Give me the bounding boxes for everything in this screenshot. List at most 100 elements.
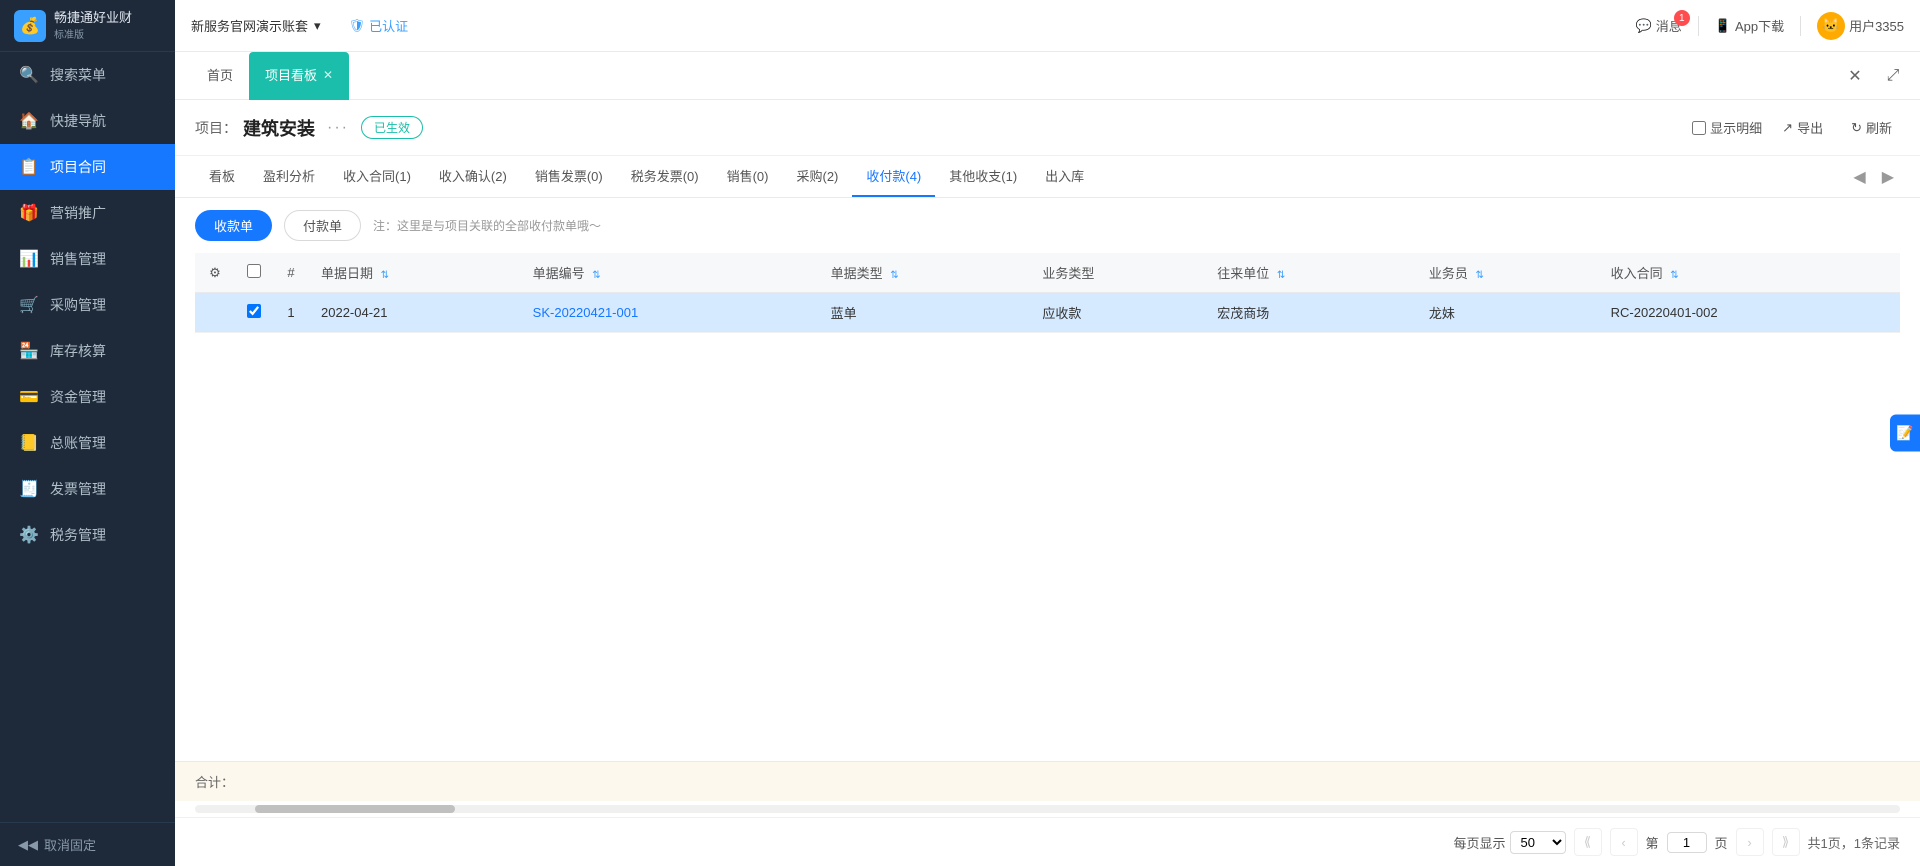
td-partner-0: 宏茂商场 — [1205, 293, 1417, 333]
td-checkbox-0[interactable] — [235, 293, 273, 333]
tab-project-board[interactable]: 项目看板 ✕ — [249, 52, 349, 100]
project-header: 项目： 建筑安装 ··· 已生效 显示明细 ↗ 导出 ↻ 刷新 — [175, 100, 1920, 156]
phone-icon: 📱 — [1715, 18, 1731, 34]
next-page-button[interactable]: › — [1736, 828, 1764, 856]
subtab-profit[interactable]: 盈利分析 — [249, 156, 329, 197]
subtab-income-confirm[interactable]: 收入确认(2) — [425, 156, 521, 197]
sidebar-item-quick-nav[interactable]: 🏠 快捷导航 — [0, 98, 175, 144]
sidebar-item-ledger[interactable]: 📒 总账管理 — [0, 420, 175, 466]
page-number-input[interactable] — [1667, 832, 1707, 853]
sidebar-item-label-inventory: 库存核算 — [50, 341, 106, 361]
subtab-payment[interactable]: 收付款(4) — [852, 156, 935, 197]
close-window-button[interactable]: ✕ — [1840, 61, 1870, 91]
refresh-icon: ↻ — [1851, 120, 1862, 136]
subtab-kanban[interactable]: 看板 — [195, 156, 249, 197]
row-checkbox-0[interactable] — [247, 304, 261, 318]
th-type[interactable]: 单据类型 ⇅ — [819, 253, 1031, 293]
first-page-button[interactable]: ⟪ — [1574, 828, 1602, 856]
sidebar-item-inventory[interactable]: 🏪 库存核算 — [0, 328, 175, 374]
th-date[interactable]: 单据日期 ⇅ — [309, 253, 521, 293]
subtab-purchase[interactable]: 采购(2) — [782, 156, 852, 197]
topbar: 新服务官网演示账套 ▾ 🛡 已认证 💬 消息 1 📱 App下载 🐱 用 — [175, 0, 1920, 52]
table-row[interactable]: 1 2022-04-21 SK-20220421-001 蓝单 应收款 宏茂商场… — [195, 293, 1900, 333]
pill-tab-payment[interactable]: 付款单 — [284, 210, 361, 241]
app-download-button[interactable]: 📱 App下载 — [1715, 16, 1784, 35]
pill-tab-receipt[interactable]: 收款单 — [195, 210, 272, 241]
subtab-sales-invoice[interactable]: 销售发票(0) — [521, 156, 617, 197]
th-salesperson[interactable]: 业务员 ⇅ — [1417, 253, 1599, 293]
last-page-button[interactable]: ⟫ — [1772, 828, 1800, 856]
right-float-icon: 📝 — [1896, 425, 1913, 442]
topbar-left: 新服务官网演示账套 ▾ 🛡 已认证 — [191, 16, 1636, 35]
ledger-icon: 📒 — [18, 432, 40, 454]
th-income-contract[interactable]: 收入合同 ⇅ — [1599, 253, 1900, 293]
certified-badge: 🛡 已认证 — [349, 16, 409, 35]
subtab-next-button[interactable]: ▶ — [1876, 163, 1900, 191]
sidebar-item-marketing[interactable]: 🎁 营销推广 — [0, 190, 175, 236]
sidebar-item-funds[interactable]: 💳 资金管理 — [0, 374, 175, 420]
row-code-link-0[interactable]: SK-20220421-001 — [533, 305, 639, 320]
page-total: 共1页，1条记录 — [1808, 833, 1900, 852]
subtab-tax-invoice[interactable]: 税务发票(0) — [617, 156, 713, 197]
main-content: 新服务官网演示账套 ▾ 🛡 已认证 💬 消息 1 📱 App下载 🐱 用 — [175, 0, 1920, 866]
sidebar-item-label-tax: 税务管理 — [50, 525, 106, 545]
th-settings[interactable]: ⚙ — [195, 253, 235, 293]
th-partner[interactable]: 往来单位 ⇅ — [1205, 253, 1417, 293]
page-size-selector[interactable]: 每页显示 10 20 50 100 — [1453, 831, 1565, 854]
app-logo-icon: 💰 — [14, 10, 46, 42]
subtab-inout[interactable]: 出入库 — [1031, 156, 1098, 197]
per-page-select[interactable]: 10 20 50 100 — [1510, 831, 1566, 854]
subtab-other-expense[interactable]: 其他收支(1) — [935, 156, 1031, 197]
project-header-actions: 显示明细 ↗ 导出 ↻ 刷新 — [1692, 114, 1900, 141]
sidebar-item-sales[interactable]: 📊 销售管理 — [0, 236, 175, 282]
more-options-button[interactable]: ··· — [327, 119, 349, 137]
sidebar-item-purchase[interactable]: 🛒 采购管理 — [0, 282, 175, 328]
subtab-prev-button[interactable]: ◀ — [1847, 163, 1871, 191]
td-income-contract-0: RC-20220401-002 — [1599, 293, 1900, 333]
tax-icon: ⚙️ — [18, 524, 40, 546]
show-detail-checkbox[interactable] — [1692, 121, 1706, 135]
right-float-button[interactable]: 📝 — [1890, 415, 1920, 452]
page-label: 第 — [1646, 833, 1659, 852]
sidebar-item-label-ledger: 总账管理 — [50, 433, 106, 453]
sidebar-item-search[interactable]: 🔍 搜索菜单 — [0, 52, 175, 98]
shield-icon: 🛡 — [349, 18, 366, 34]
per-page-label: 每页显示 — [1453, 833, 1505, 852]
table-body: 1 2022-04-21 SK-20220421-001 蓝单 应收款 宏茂商场… — [195, 293, 1900, 333]
sidebar-item-tax[interactable]: ⚙️ 税务管理 — [0, 512, 175, 558]
td-code-0[interactable]: SK-20220421-001 — [521, 293, 819, 333]
sidebar-item-project-contract[interactable]: 📋 项目合同 — [0, 144, 175, 190]
tab-close-icon[interactable]: ✕ — [323, 68, 333, 82]
maximize-window-button[interactable]: ⤢ — [1878, 61, 1908, 91]
message-button[interactable]: 💬 消息 1 — [1636, 16, 1682, 35]
sidebar-item-label-quick-nav: 快捷导航 — [50, 111, 106, 131]
refresh-button[interactable]: ↻ 刷新 — [1843, 114, 1900, 141]
horizontal-scrollbar-thumb[interactable] — [255, 805, 455, 813]
th-checkbox[interactable] — [235, 253, 273, 293]
sidebar-item-invoice[interactable]: 🧾 发票管理 — [0, 466, 175, 512]
tab-home[interactable]: 首页 — [191, 52, 249, 100]
table-footer: 合计： — [175, 761, 1920, 801]
td-settings-0 — [195, 293, 235, 333]
user-menu[interactable]: 🐱 用户3355 — [1817, 12, 1904, 40]
prev-page-button[interactable]: ‹ — [1610, 828, 1638, 856]
project-status-badge: 已生效 — [361, 116, 423, 139]
cancel-fixed-button[interactable]: ◀◀ 取消固定 — [0, 822, 175, 866]
select-all-checkbox[interactable] — [247, 264, 261, 278]
table-scrollbar[interactable] — [175, 801, 1920, 817]
th-code[interactable]: 单据编号 ⇅ — [521, 253, 819, 293]
subtab-income-contract[interactable]: 收入合同(1) — [329, 156, 425, 197]
purchase-icon: 🛒 — [18, 294, 40, 316]
td-biz-type-0: 应收款 — [1030, 293, 1205, 333]
sort-contract-icon: ⇅ — [1670, 270, 1678, 281]
content-area: 项目： 建筑安装 ··· 已生效 显示明细 ↗ 导出 ↻ 刷新 — [175, 100, 1920, 866]
sort-code-icon: ⇅ — [592, 270, 600, 281]
export-button[interactable]: ↗ 导出 — [1774, 114, 1831, 141]
account-selector[interactable]: 新服务官网演示账套 ▾ — [191, 16, 321, 35]
subtab-sales[interactable]: 销售(0) — [713, 156, 783, 197]
sales-icon: 📊 — [18, 248, 40, 270]
show-detail-label[interactable]: 显示明细 — [1692, 118, 1762, 137]
sidebar-logo: 💰 畅捷通好业财 标准版 — [0, 0, 175, 52]
funds-icon: 💳 — [18, 386, 40, 408]
chevron-down-icon: ▾ — [314, 18, 321, 34]
